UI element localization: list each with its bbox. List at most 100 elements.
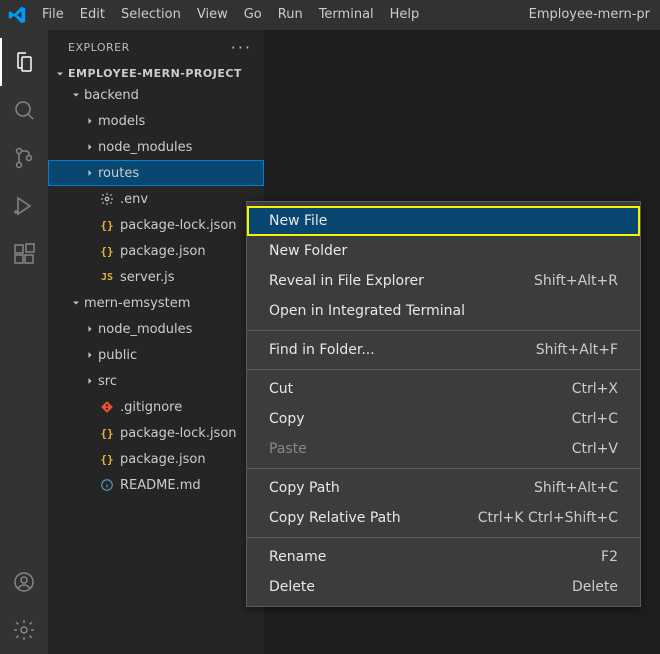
tree-item-mern-emsystem[interactable]: mern-emsystem bbox=[48, 290, 264, 316]
menu-go[interactable]: Go bbox=[236, 0, 270, 30]
tree-item-label: package.json bbox=[120, 452, 206, 467]
chevron-right-icon bbox=[82, 349, 98, 361]
vscode-logo-icon bbox=[0, 6, 34, 24]
context-menu-shortcut: Ctrl+X bbox=[572, 381, 618, 397]
js-icon: JS bbox=[98, 272, 116, 283]
context-menu-separator bbox=[247, 468, 640, 469]
braces-icon: {} bbox=[98, 245, 116, 258]
menu-selection[interactable]: Selection bbox=[113, 0, 189, 30]
context-menu-new-file[interactable]: New File bbox=[247, 206, 640, 236]
activity-search-icon[interactable] bbox=[0, 86, 48, 134]
tree-item-node-modules[interactable]: node_modules bbox=[48, 134, 264, 160]
context-menu-label: New File bbox=[269, 213, 327, 229]
menu-view[interactable]: View bbox=[189, 0, 236, 30]
activity-run-debug-icon[interactable] bbox=[0, 182, 48, 230]
tree-item-label: server.js bbox=[120, 270, 174, 285]
context-menu-shortcut: Ctrl+K Ctrl+Shift+C bbox=[478, 510, 618, 526]
context-menu-shortcut: Ctrl+V bbox=[572, 441, 618, 457]
context-menu-shortcut: Shift+Alt+R bbox=[534, 273, 618, 289]
tree-item-label: backend bbox=[84, 88, 139, 103]
tree-item-models[interactable]: models bbox=[48, 108, 264, 134]
context-menu-find-in-folder---[interactable]: Find in Folder...Shift+Alt+F bbox=[247, 335, 640, 365]
tree-item-label: package-lock.json bbox=[120, 426, 237, 441]
gear-icon bbox=[98, 192, 116, 206]
chevron-right-icon bbox=[82, 141, 98, 153]
tree-item-readme-md[interactable]: README.md bbox=[48, 472, 264, 498]
explorer-header: EXPLORER ··· bbox=[48, 30, 264, 65]
tree-item-backend[interactable]: backend bbox=[48, 82, 264, 108]
tree-item-package-lock-json[interactable]: {}package-lock.json bbox=[48, 420, 264, 446]
context-menu-reveal-in-file-explorer[interactable]: Reveal in File Explorer Shift+Alt+R bbox=[247, 266, 640, 296]
tree-item-label: node_modules bbox=[98, 322, 192, 337]
context-menu-label: Open in Integrated Terminal bbox=[269, 303, 465, 319]
tree-item-node-modules[interactable]: node_modules bbox=[48, 316, 264, 342]
context-menu-shortcut: Shift+Alt+C bbox=[534, 480, 618, 496]
tree-item-src[interactable]: src bbox=[48, 368, 264, 394]
context-menu-label: Rename bbox=[269, 549, 326, 565]
activity-source-control-icon[interactable] bbox=[0, 134, 48, 182]
context-menu-open-in-integrated-terminal[interactable]: Open in Integrated Terminal bbox=[247, 296, 640, 326]
context-menu-copy[interactable]: Copy Ctrl+C bbox=[247, 404, 640, 434]
context-menu-cut[interactable]: Cut Ctrl+X bbox=[247, 374, 640, 404]
project-root[interactable]: EMPLOYEE-MERN-PROJECT bbox=[48, 65, 264, 82]
context-menu-shortcut: Ctrl+C bbox=[572, 411, 618, 427]
tree-item-label: models bbox=[98, 114, 145, 129]
menu-help[interactable]: Help bbox=[382, 0, 428, 30]
git-icon bbox=[98, 400, 116, 414]
context-menu-label: Copy Path bbox=[269, 480, 340, 496]
context-menu-delete[interactable]: Delete Delete bbox=[247, 572, 640, 602]
file-tree: backendmodelsnode_modulesroutes.env{}pac… bbox=[48, 82, 264, 654]
context-menu-copy-relative-path[interactable]: Copy Relative Path Ctrl+K Ctrl+Shift+C bbox=[247, 503, 640, 533]
tree-item-package-lock-json[interactable]: {}package-lock.json bbox=[48, 212, 264, 238]
tree-item-server-js[interactable]: JS server.js bbox=[48, 264, 264, 290]
context-menu-label: Copy Relative Path bbox=[269, 510, 401, 526]
tree-item--gitignore[interactable]: .gitignore bbox=[48, 394, 264, 420]
menubar: File Edit Selection View Go Run Terminal… bbox=[34, 0, 427, 30]
context-menu-shortcut: F2 bbox=[601, 549, 618, 565]
menu-edit[interactable]: Edit bbox=[72, 0, 113, 30]
tree-item-label: routes bbox=[98, 166, 139, 181]
context-menu-shortcut: Shift+Alt+F bbox=[536, 342, 618, 358]
tree-item-package-json[interactable]: {} package.json bbox=[48, 446, 264, 472]
menu-terminal[interactable]: Terminal bbox=[311, 0, 382, 30]
tree-item-label: mern-emsystem bbox=[84, 296, 190, 311]
activity-account-icon[interactable] bbox=[0, 558, 48, 606]
context-menu-label: Delete bbox=[269, 579, 315, 595]
project-label: EMPLOYEE-MERN-PROJECT bbox=[68, 67, 242, 80]
tree-item-label: public bbox=[98, 348, 137, 363]
tree-item-package-json[interactable]: {} package.json bbox=[48, 238, 264, 264]
chevron-down-icon bbox=[52, 68, 68, 80]
context-menu-label: Cut bbox=[269, 381, 293, 397]
window-title: Employee-mern-pr bbox=[519, 0, 660, 30]
chevron-down-icon bbox=[68, 297, 84, 309]
context-menu: New FileNew FolderReveal in File Explore… bbox=[246, 201, 641, 607]
explorer-title: EXPLORER bbox=[68, 41, 130, 54]
activity-settings-icon[interactable] bbox=[0, 606, 48, 654]
activity-extensions-icon[interactable] bbox=[0, 230, 48, 278]
tree-item--env[interactable]: .env bbox=[48, 186, 264, 212]
titlebar: File Edit Selection View Go Run Terminal… bbox=[0, 0, 660, 30]
context-menu-rename[interactable]: Rename F2 bbox=[247, 542, 640, 572]
menu-run[interactable]: Run bbox=[270, 0, 311, 30]
explorer-sidebar: EXPLORER ··· EMPLOYEE-MERN-PROJECT backe… bbox=[48, 30, 264, 654]
context-menu-label: Reveal in File Explorer bbox=[269, 273, 424, 289]
activity-explorer-icon[interactable] bbox=[0, 38, 48, 86]
activity-bar bbox=[0, 30, 48, 654]
tree-item-label: package.json bbox=[120, 244, 206, 259]
context-menu-separator bbox=[247, 537, 640, 538]
tree-item-label: src bbox=[98, 374, 117, 389]
context-menu-shortcut: Delete bbox=[572, 579, 618, 595]
context-menu-copy-path[interactable]: Copy Path Shift+Alt+C bbox=[247, 473, 640, 503]
chevron-down-icon bbox=[68, 89, 84, 101]
tree-item-label: .env bbox=[120, 192, 148, 207]
context-menu-paste: PasteCtrl+V bbox=[247, 434, 640, 464]
explorer-more-icon[interactable]: ··· bbox=[231, 38, 252, 57]
menu-file[interactable]: File bbox=[34, 0, 72, 30]
context-menu-label: Copy bbox=[269, 411, 305, 427]
context-menu-new-folder[interactable]: New Folder bbox=[247, 236, 640, 266]
chevron-right-icon bbox=[82, 375, 98, 387]
braces-icon: {} bbox=[98, 453, 116, 466]
tree-item-public[interactable]: public bbox=[48, 342, 264, 368]
tree-item-routes[interactable]: routes bbox=[48, 160, 264, 186]
tree-item-label: .gitignore bbox=[120, 400, 182, 415]
